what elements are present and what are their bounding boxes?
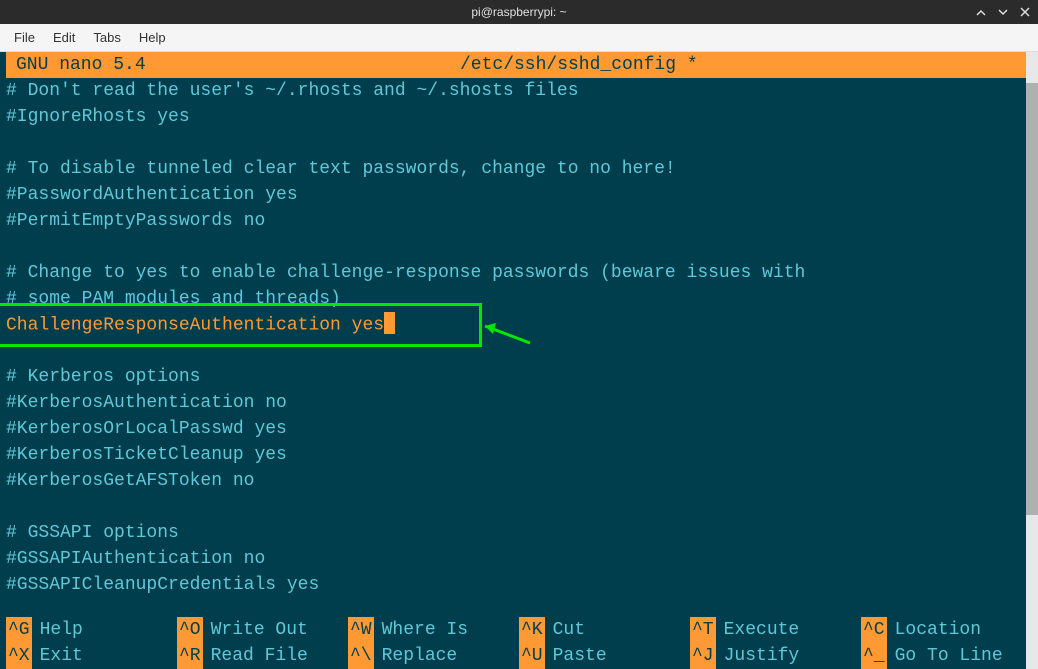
- menu-edit[interactable]: Edit: [45, 26, 83, 49]
- shortcut-readfile: ^R Read File: [177, 643, 348, 669]
- shortcut-paste: ^U Paste: [519, 643, 690, 669]
- config-line: [6, 130, 1032, 156]
- config-line: #KerberosGetAFSToken no: [6, 468, 1032, 494]
- shortcut-label: Cut: [553, 617, 585, 643]
- shortcut-label: Replace: [382, 643, 458, 669]
- config-line: #PasswordAuthentication yes: [6, 182, 1032, 208]
- scrollbar-thumb[interactable]: [1026, 83, 1038, 515]
- shortcut-key: ^_: [861, 643, 887, 669]
- maximize-icon[interactable]: [996, 5, 1010, 19]
- shortcut-whereis: ^W Where Is: [348, 617, 519, 643]
- window-titlebar: pi@raspberrypi: ~: [0, 0, 1038, 24]
- editor-content[interactable]: # Don't read the user's ~/.rhosts and ~/…: [0, 78, 1038, 598]
- menubar: File Edit Tabs Help: [0, 24, 1038, 52]
- nano-footer: ^G Help ^O Write Out ^W Where Is ^K Cut …: [6, 617, 1032, 669]
- config-line: [6, 234, 1032, 260]
- shortcut-gotoline: ^_ Go To Line: [861, 643, 1032, 669]
- shortcut-writeout: ^O Write Out: [177, 617, 348, 643]
- close-icon[interactable]: [1018, 5, 1032, 19]
- shortcut-label: Location: [895, 617, 981, 643]
- shortcut-cut: ^K Cut: [519, 617, 690, 643]
- config-line: # some PAM modules and threads): [6, 286, 1032, 312]
- shortcut-label: Help: [40, 617, 83, 643]
- scrollbar[interactable]: [1026, 52, 1038, 669]
- window-controls: [974, 5, 1032, 19]
- config-line: #IgnoreRhosts yes: [6, 104, 1032, 130]
- shortcut-key: ^G: [6, 617, 32, 643]
- config-line: # To disable tunneled clear text passwor…: [6, 156, 1032, 182]
- menu-tabs[interactable]: Tabs: [85, 26, 128, 49]
- shortcut-label: Paste: [553, 643, 607, 669]
- text-cursor: [384, 312, 395, 334]
- shortcut-help: ^G Help: [6, 617, 177, 643]
- menu-help[interactable]: Help: [131, 26, 174, 49]
- shortcut-key: ^C: [861, 617, 887, 643]
- shortcut-execute: ^T Execute: [690, 617, 861, 643]
- config-value: yes: [352, 315, 384, 335]
- config-line: #GSSAPIAuthentication no: [6, 546, 1032, 572]
- shortcut-label: Justify: [724, 643, 800, 669]
- menu-file[interactable]: File: [6, 26, 43, 49]
- config-line: # Change to yes to enable challenge-resp…: [6, 260, 1032, 286]
- footer-row-2: ^X Exit ^R Read File ^\ Replace ^U Paste…: [6, 643, 1032, 669]
- shortcut-key: ^K: [519, 617, 545, 643]
- config-key: ChallengeResponseAuthentication: [6, 315, 352, 335]
- config-line: #KerberosOrLocalPasswd yes: [6, 416, 1032, 442]
- shortcut-key: ^O: [177, 617, 203, 643]
- config-line: # GSSAPI options: [6, 520, 1032, 546]
- nano-version: GNU nano 5.4: [6, 52, 146, 78]
- shortcut-label: Exit: [40, 643, 83, 669]
- shortcut-location: ^C Location: [861, 617, 1032, 643]
- shortcut-key: ^J: [690, 643, 716, 669]
- shortcut-justify: ^J Justify: [690, 643, 861, 669]
- shortcut-key: ^\: [348, 643, 374, 669]
- window-title: pi@raspberrypi: ~: [471, 5, 566, 19]
- shortcut-key: ^X: [6, 643, 32, 669]
- config-line: #GSSAPICleanupCredentials yes: [6, 572, 1032, 598]
- config-line-highlighted: ChallengeResponseAuthentication yes: [6, 312, 1032, 338]
- shortcut-replace: ^\ Replace: [348, 643, 519, 669]
- shortcut-key: ^R: [177, 643, 203, 669]
- shortcut-key: ^T: [690, 617, 716, 643]
- config-line: #PermitEmptyPasswords no: [6, 208, 1032, 234]
- shortcut-exit: ^X Exit: [6, 643, 177, 669]
- shortcut-label: Go To Line: [895, 643, 1003, 669]
- config-line: [6, 338, 1032, 364]
- nano-filename: /etc/ssh/sshd_config *: [146, 52, 1012, 78]
- shortcut-key: ^U: [519, 643, 545, 669]
- shortcut-label: Execute: [724, 617, 800, 643]
- config-line: #KerberosAuthentication no: [6, 390, 1032, 416]
- config-line: [6, 494, 1032, 520]
- terminal-area[interactable]: GNU nano 5.4 /etc/ssh/sshd_config * # Do…: [0, 52, 1038, 669]
- shortcut-label: Where Is: [382, 617, 468, 643]
- nano-header: GNU nano 5.4 /etc/ssh/sshd_config *: [6, 52, 1032, 78]
- shortcut-key: ^W: [348, 617, 374, 643]
- config-line: #KerberosTicketCleanup yes: [6, 442, 1032, 468]
- config-line: # Kerberos options: [6, 364, 1032, 390]
- shortcut-label: Read File: [211, 643, 308, 669]
- minimize-icon[interactable]: [974, 5, 988, 19]
- footer-row-1: ^G Help ^O Write Out ^W Where Is ^K Cut …: [6, 617, 1032, 643]
- shortcut-label: Write Out: [211, 617, 308, 643]
- config-line: # Don't read the user's ~/.rhosts and ~/…: [6, 78, 1032, 104]
